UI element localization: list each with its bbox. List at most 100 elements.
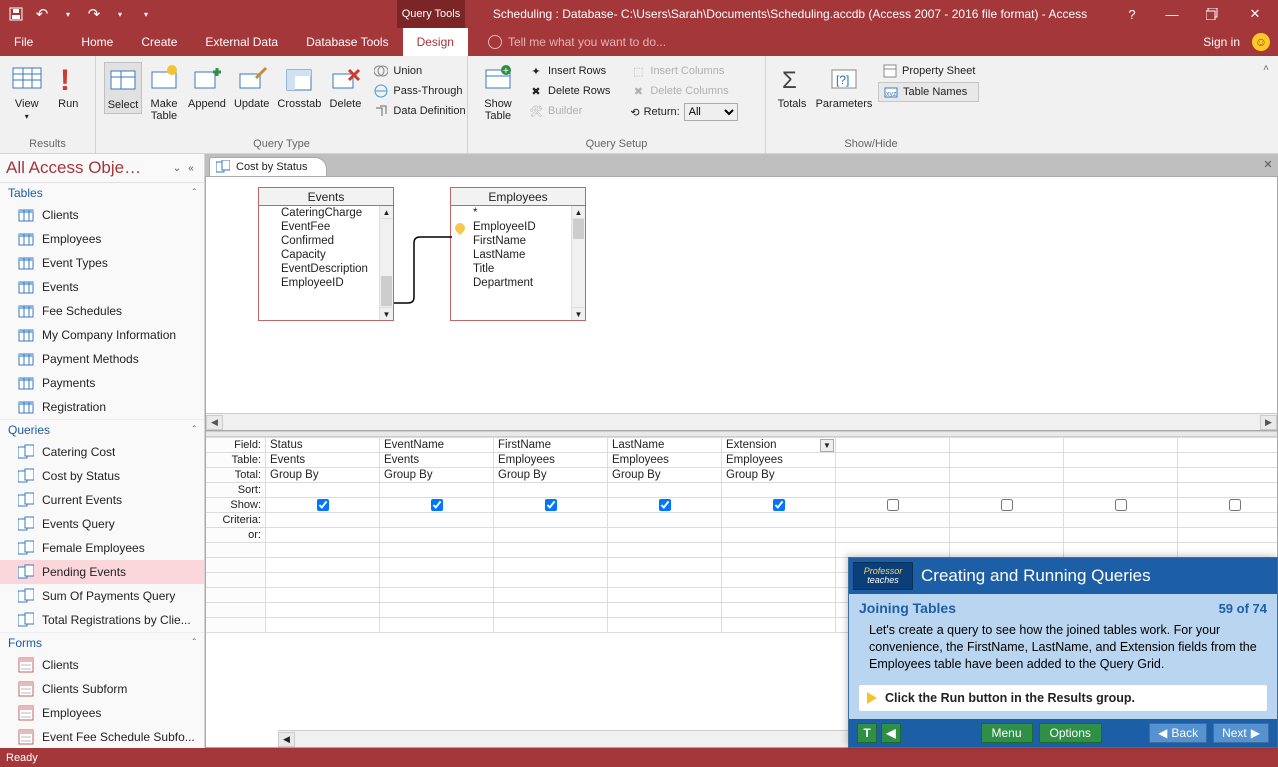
qbe-cell[interactable] (266, 573, 380, 588)
relation-hscroll[interactable]: ◀ ▶ (206, 413, 1277, 430)
qbe-cell[interactable] (722, 498, 836, 513)
qbe-cell[interactable] (950, 483, 1064, 498)
qbe-cell[interactable] (836, 513, 950, 528)
qbe-cell[interactable] (266, 483, 380, 498)
nav-menu-icon[interactable]: ⌄ (170, 161, 184, 175)
qbe-cell[interactable] (608, 588, 722, 603)
select-query-button[interactable]: Select (104, 62, 142, 114)
qbe-cell[interactable] (1178, 453, 1278, 468)
field-row[interactable]: Capacity (259, 248, 393, 262)
qbe-cell[interactable] (266, 498, 380, 513)
feedback-smiley-icon[interactable]: ☺ (1252, 33, 1270, 51)
nav-item[interactable]: Payment Methods (0, 347, 204, 371)
property-sheet-button[interactable]: Property Sheet (878, 62, 979, 80)
qbe-cell[interactable] (1064, 438, 1178, 453)
nav-shutter-icon[interactable]: « (184, 161, 198, 175)
scroll-left-icon[interactable]: ◀ (206, 415, 223, 430)
undo-more-icon[interactable]: ▾ (60, 6, 76, 22)
qbe-cell[interactable]: Status (266, 438, 380, 453)
document-close-button[interactable]: ✕ (1260, 156, 1276, 172)
qbe-cell[interactable] (608, 573, 722, 588)
nav-item[interactable]: Employees (0, 701, 204, 725)
nav-item[interactable]: Event Types (0, 251, 204, 275)
show-checkbox[interactable] (1001, 499, 1013, 511)
nav-header[interactable]: All Access Obje… ⌄ « (0, 154, 204, 183)
join-line[interactable] (394, 207, 452, 317)
field-row[interactable]: * (451, 206, 585, 220)
tab-home[interactable]: Home (67, 28, 127, 56)
qbe-cell[interactable] (1178, 543, 1278, 558)
qbe-cell[interactable] (1178, 528, 1278, 543)
qbe-cell[interactable] (1064, 513, 1178, 528)
show-checkbox[interactable] (431, 499, 443, 511)
events-table-box[interactable]: Events CateringChargeEventFeeConfirmedCa… (258, 187, 394, 321)
return-select[interactable]: All (684, 103, 738, 121)
qbe-cell[interactable]: Employees (494, 453, 608, 468)
qbe-cell[interactable] (266, 528, 380, 543)
sign-in-link[interactable]: Sign in (1203, 35, 1240, 49)
qbe-cell[interactable] (1064, 543, 1178, 558)
qbe-cell[interactable] (836, 483, 950, 498)
qbe-cell[interactable] (494, 603, 608, 618)
nav-item[interactable]: Payments (0, 371, 204, 395)
qbe-cell[interactable] (494, 573, 608, 588)
tab-design[interactable]: Design (403, 28, 468, 56)
scroll-right-icon[interactable]: ▶ (1260, 415, 1277, 430)
qbe-cell[interactable] (836, 528, 950, 543)
qbe-cell[interactable]: Events (380, 453, 494, 468)
qbe-cell[interactable] (1178, 483, 1278, 498)
qbe-cell[interactable] (950, 498, 1064, 513)
nav-item[interactable]: Clients (0, 653, 204, 677)
minimize-button[interactable]: — (1152, 0, 1192, 28)
nav-item[interactable]: Events (0, 275, 204, 299)
qbe-cell[interactable] (950, 468, 1064, 483)
undo-icon[interactable]: ↶ (34, 6, 50, 22)
show-checkbox[interactable] (317, 499, 329, 511)
nav-item[interactable]: Female Employees (0, 536, 204, 560)
qbe-cell[interactable] (266, 588, 380, 603)
qbe-cell[interactable] (266, 513, 380, 528)
field-row[interactable]: EmployeeID (259, 276, 393, 290)
tutor-prev-button[interactable]: ◀ (881, 723, 901, 743)
close-button[interactable]: ✕ (1232, 0, 1278, 28)
qat-customize-icon[interactable]: ▾ (138, 6, 154, 22)
events-scrollbar[interactable]: ▲▼ (379, 206, 393, 320)
relationship-area[interactable]: Events CateringChargeEventFeeConfirmedCa… (206, 177, 1277, 431)
qbe-cell[interactable] (380, 513, 494, 528)
qbe-cell[interactable] (266, 558, 380, 573)
passthrough-button[interactable]: Pass-Through (369, 82, 469, 100)
update-button[interactable]: Update (232, 62, 271, 112)
qbe-cell[interactable] (494, 513, 608, 528)
document-tab[interactable]: Cost by Status (209, 157, 327, 176)
nav-item[interactable]: My Company Information (0, 323, 204, 347)
nav-item[interactable]: Clients (0, 203, 204, 227)
qbe-cell[interactable] (722, 588, 836, 603)
qbe-cell[interactable] (722, 528, 836, 543)
employees-scrollbar[interactable]: ▲▼ (571, 206, 585, 320)
make-table-button[interactable]: Make Table (146, 62, 182, 124)
tutor-options-button[interactable]: Options (1039, 723, 1102, 743)
help-button[interactable]: ? (1112, 0, 1152, 28)
nav-item[interactable]: Event Fee Schedule Subfo... (0, 725, 204, 749)
nav-item[interactable]: Registration (0, 395, 204, 419)
qbe-cell[interactable] (836, 498, 950, 513)
dropdown-arrow-icon[interactable]: ▼ (820, 439, 834, 452)
qbe-cell[interactable] (836, 468, 950, 483)
qbe-cell[interactable] (1064, 468, 1178, 483)
qbe-cell[interactable]: Extension▼ (722, 438, 836, 453)
tutor-menu-button[interactable]: Menu (981, 723, 1033, 743)
qbe-cell[interactable] (1064, 453, 1178, 468)
qbe-cell[interactable]: Events (266, 453, 380, 468)
nav-item[interactable]: Current Events (0, 488, 204, 512)
qbe-cell[interactable] (836, 543, 950, 558)
qbe-cell[interactable] (380, 483, 494, 498)
field-row[interactable]: EventFee (259, 220, 393, 234)
qbe-cell[interactable] (494, 483, 608, 498)
qbe-cell[interactable]: EventName (380, 438, 494, 453)
qbe-cell[interactable] (380, 543, 494, 558)
employees-table-box[interactable]: Employees *EmployeeIDFirstNameLastNameTi… (450, 187, 586, 321)
table-names-button[interactable]: xyzTable Names (878, 82, 979, 102)
nav-group-header[interactable]: Formsˆ (0, 633, 204, 653)
qbe-cell[interactable]: Group By (494, 468, 608, 483)
qbe-cell[interactable] (380, 618, 494, 633)
